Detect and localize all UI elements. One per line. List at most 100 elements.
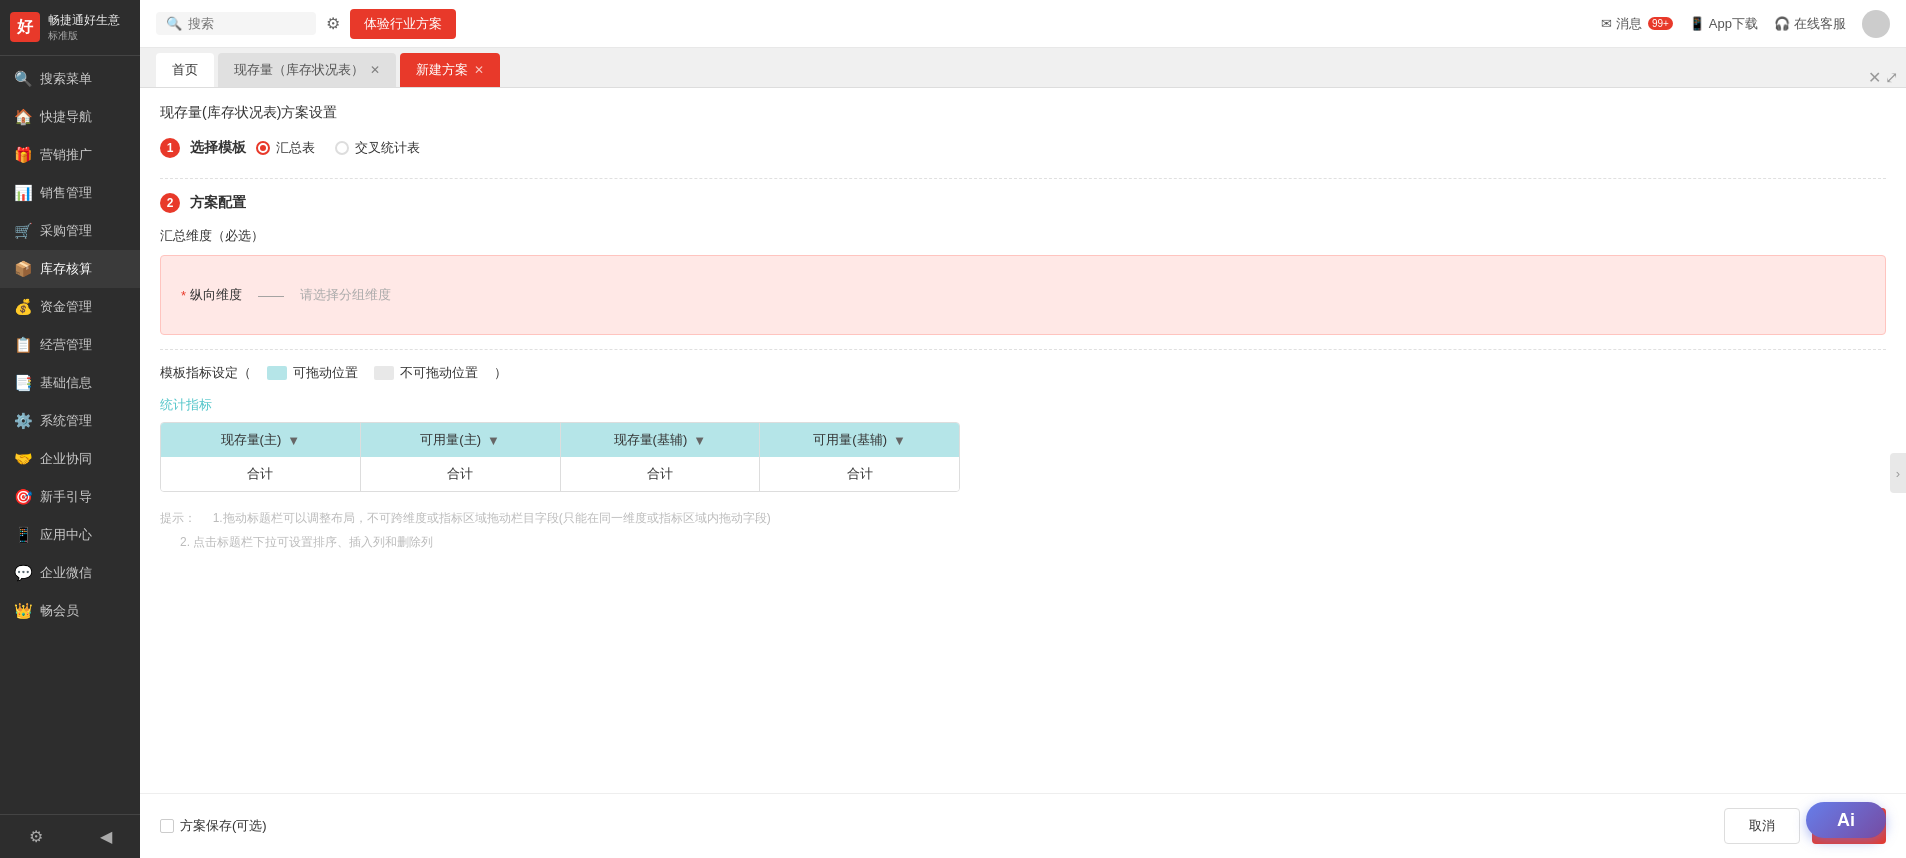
col-1-dropdown-icon[interactable]: ▼ [487,433,500,448]
save-checkbox[interactable] [160,819,174,833]
search-box[interactable]: 🔍 [156,12,316,35]
non-draggable-legend-box [374,366,394,380]
stats-cell-0: 合计 [161,457,361,491]
search-icon: 🔍 [14,70,32,88]
trial-button[interactable]: 体验行业方案 [350,9,456,39]
stats-col-0-label: 现存量(主) [221,431,282,449]
sidebar-item-finance[interactable]: 💰 资金管理 [0,288,140,326]
step2-badge: 2 [160,193,180,213]
main-area: 🔍 ⚙ 体验行业方案 ✉ 消息 99+ 📱 App下载 🎧 在线客服 首 [140,0,1906,858]
handshake-icon: 🤝 [14,450,32,468]
stats-cell-2: 合计 [561,457,761,491]
stats-col-1-label: 可用量(主) [420,431,481,449]
sidebar-item-inventory[interactable]: 📦 库存核算 [0,250,140,288]
step2-section: 2 方案配置 汇总维度（必选） * 纵向维度 —— 请选择分组维度 模板指 [160,193,1886,554]
app-edition: 标准版 [48,29,120,43]
draggable-legend: 可拖动位置 [267,364,358,382]
radio-summary[interactable]: 汇总表 [256,139,315,157]
cancel-button[interactable]: 取消 [1724,808,1800,844]
sidebar-item-label: 快捷导航 [40,108,92,126]
sidebar-item-member[interactable]: 👑 畅会员 [0,592,140,630]
chat-icon: 💬 [14,564,32,582]
target-icon: 🎯 [14,488,32,506]
radio-cross-label: 交叉统计表 [355,139,420,157]
tab-inventory-close-icon[interactable]: ✕ [370,63,380,77]
user-avatar[interactable] [1862,10,1890,38]
app-name-block: 畅捷通好生意 标准版 [48,12,120,43]
dimension-required-star: * [181,288,186,303]
stats-table-body: 合计 合计 合计 合计 [161,457,959,491]
sidebar-item-purchase[interactable]: 🛒 采购管理 [0,212,140,250]
search-input[interactable] [188,16,288,31]
sidebar-item-label: 销售管理 [40,184,92,202]
tab-expand-icon[interactable]: ⤢ [1885,68,1898,87]
money-icon: 💰 [14,298,32,316]
sidebar-item-marketing[interactable]: 🎁 营销推广 [0,136,140,174]
divider-2 [160,349,1886,350]
sidebar-item-operations[interactable]: 📋 经营管理 [0,326,140,364]
settings-icon[interactable]: ⚙ [326,14,340,33]
sidebar-item-basic[interactable]: 📑 基础信息 [0,364,140,402]
tips-title-text: 提示： [160,511,196,525]
doc-icon: 📑 [14,374,32,392]
sidebar-item-apps[interactable]: 📱 应用中心 [0,516,140,554]
col-3-dropdown-icon[interactable]: ▼ [893,433,906,448]
sidebar-item-newuser[interactable]: 🎯 新手引导 [0,478,140,516]
sidebar-item-label: 库存核算 [40,260,92,278]
sidebar-item-label: 营销推广 [40,146,92,164]
right-panel-toggle[interactable]: › [1890,453,1906,493]
stats-col-0[interactable]: 现存量(主) ▼ [161,423,361,457]
sidebar-item-sales[interactable]: 📊 销售管理 [0,174,140,212]
stats-col-3[interactable]: 可用量(基辅) ▼ [760,423,959,457]
collapse-button[interactable]: ◀ [92,823,120,850]
app-download-button[interactable]: 📱 App下载 [1689,15,1758,33]
indicator-settings-close: ） [494,364,507,382]
template-radio-group: 汇总表 交叉统计表 [256,139,420,157]
box-icon: 📦 [14,260,32,278]
settings-bottom-button[interactable]: ⚙ [21,823,51,850]
sidebar-item-label: 经营管理 [40,336,92,354]
sidebar-bottom: ⚙ ◀ [0,814,140,858]
tab-home[interactable]: 首页 [156,53,214,87]
ai-fab-button[interactable]: Ai [1806,802,1886,838]
radio-cross-dot [335,141,349,155]
radio-cross[interactable]: 交叉统计表 [335,139,420,157]
chart-icon: 📊 [14,184,32,202]
tab-inventory[interactable]: 现存量（库存状况表） ✕ [218,53,396,87]
sidebar-item-wechat[interactable]: 💬 企业微信 [0,554,140,592]
sidebar-item-system[interactable]: ⚙️ 系统管理 [0,402,140,440]
stats-section: 统计指标 现存量(主) ▼ 可用量(主) ▼ [160,396,1886,492]
tab-close-all-icon[interactable]: ✕ [1868,68,1881,87]
dimension-placeholder: 请选择分组维度 [300,286,391,304]
tab-inventory-label: 现存量（库存状况表） [234,61,364,79]
tab-new-scheme[interactable]: 新建方案 ✕ [400,53,500,87]
content-inner: 现存量(库存状况表)方案设置 1 选择模板 汇总表 [140,88,1906,590]
sidebar-item-quick-nav[interactable]: 🏠 快捷导航 [0,98,140,136]
app-download-label: App下载 [1709,15,1758,33]
stats-col-2[interactable]: 现存量(基辅) ▼ [561,423,761,457]
sidebar-item-label: 采购管理 [40,222,92,240]
message-label: 消息 [1616,15,1642,33]
topbar-actions: ✉ 消息 99+ 📱 App下载 🎧 在线客服 [1601,10,1890,38]
stats-col-1[interactable]: 可用量(主) ▼ [361,423,561,457]
sidebar-item-label: 系统管理 [40,412,92,430]
content-wrapper: 现存量(库存状况表)方案设置 1 选择模板 汇总表 [140,88,1906,858]
tip-item-2: 2. 点击标题栏下拉可设置排序、插入列和删除列 [160,530,1886,554]
save-option[interactable]: 方案保存(可选) [160,817,267,835]
message-button[interactable]: ✉ 消息 99+ [1601,15,1673,33]
sidebar-item-search[interactable]: 🔍 搜索菜单 [0,60,140,98]
summary-dimension-label: 汇总维度（必选） [160,227,1886,245]
step1-title: 选择模板 [190,139,246,157]
gift-icon: 🎁 [14,146,32,164]
sidebar-item-label: 应用中心 [40,526,92,544]
radio-summary-dot [256,141,270,155]
dimension-box[interactable]: * 纵向维度 —— 请选择分组维度 [160,255,1886,335]
tab-new-scheme-close-icon[interactable]: ✕ [474,63,484,77]
logo-icon: 好 [10,12,40,42]
customer-service-button[interactable]: 🎧 在线客服 [1774,15,1846,33]
col-0-dropdown-icon[interactable]: ▼ [287,433,300,448]
stats-label: 统计指标 [160,396,1886,414]
sidebar-item-cooperation[interactable]: 🤝 企业协同 [0,440,140,478]
gear-icon: ⚙️ [14,412,32,430]
col-2-dropdown-icon[interactable]: ▼ [693,433,706,448]
